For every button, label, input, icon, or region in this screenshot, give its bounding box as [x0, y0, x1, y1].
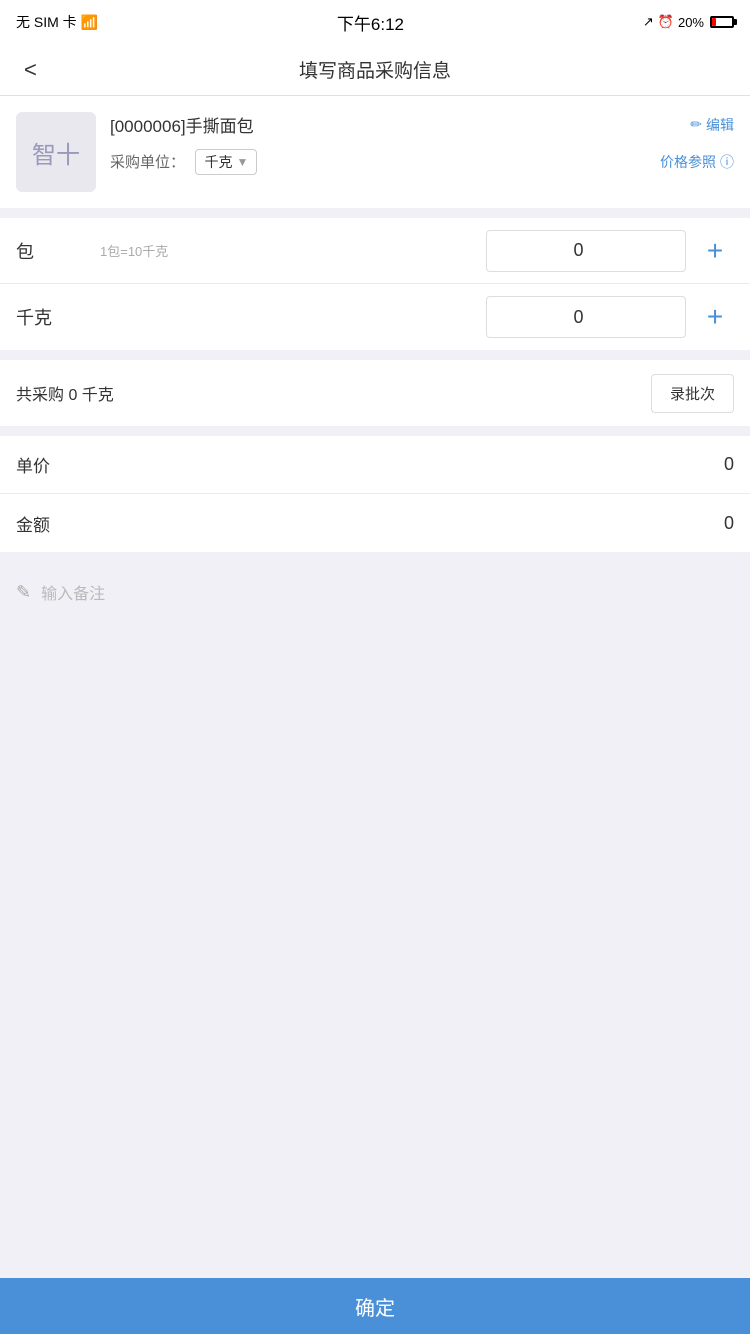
- product-info: [0000006]手撕面包 ✏ 编辑 采购单位： 千克 ▼ 价格参照 ⓘ: [110, 112, 734, 175]
- unit-price-row: 单价 0: [0, 436, 750, 494]
- edit-icon: ✏: [690, 116, 702, 133]
- back-button[interactable]: <: [16, 49, 45, 91]
- package-plus-button[interactable]: +: [696, 232, 734, 270]
- amount-row: 金额 0: [0, 494, 750, 552]
- battery-icon: [710, 16, 734, 28]
- product-name-row: [0000006]手撕面包 ✏ 编辑: [110, 112, 734, 137]
- edit-button[interactable]: ✏ 编辑: [690, 115, 734, 135]
- price-ref-label: 价格参照: [660, 152, 716, 172]
- product-title: 手撕面包: [186, 117, 254, 136]
- product-image: 智十: [16, 112, 96, 192]
- record-batch-button[interactable]: 录批次: [651, 374, 734, 413]
- empty-content-area: [0, 622, 750, 902]
- unit-value: 千克: [204, 152, 232, 172]
- unit-selector[interactable]: 千克 ▼: [195, 149, 257, 175]
- unit-label: 采购单位：: [110, 154, 185, 171]
- edit-label: 编辑: [706, 115, 734, 135]
- product-name: [0000006]手撕面包: [110, 112, 254, 137]
- package-label: 包: [16, 238, 96, 264]
- package-input[interactable]: [486, 230, 686, 272]
- unit-price-label: 单价: [16, 452, 50, 477]
- package-sublabel: 1包=10千克: [100, 241, 168, 260]
- quantity-section: 包 1包=10千克 + 千克 +: [0, 218, 750, 350]
- status-time: 下午6:12: [337, 10, 404, 35]
- kg-plus-button[interactable]: +: [696, 298, 734, 336]
- battery-fill: [712, 18, 716, 26]
- chevron-down-icon: ▼: [236, 155, 248, 169]
- help-icon: ⓘ: [720, 152, 734, 172]
- status-bar: 无 SIM 卡 📶 下午6:12 ↗ ⏰ 20%: [0, 0, 750, 44]
- note-section[interactable]: ✎ 输入备注: [0, 562, 750, 622]
- kg-row: 千克 +: [0, 284, 750, 350]
- status-right: ↗ ⏰ 20%: [643, 14, 734, 30]
- product-card: 智十 [0000006]手撕面包 ✏ 编辑 采购单位： 千克 ▼ 价格参照 ⓘ: [0, 96, 750, 208]
- confirm-button[interactable]: 确定: [0, 1278, 750, 1334]
- battery-percent: 20%: [678, 15, 704, 30]
- location-icon: ↗: [643, 14, 654, 30]
- amount-value: 0: [724, 513, 734, 534]
- product-logo: 智十: [32, 135, 80, 170]
- status-signal: 无 SIM 卡 📶: [16, 12, 98, 32]
- unit-section: 采购单位： 千克 ▼: [110, 149, 257, 175]
- amount-label: 金额: [16, 511, 50, 536]
- package-row: 包 1包=10千克 +: [0, 218, 750, 284]
- kg-input[interactable]: [486, 296, 686, 338]
- summary-text: 共采购 0 千克: [16, 381, 114, 405]
- price-reference-button[interactable]: 价格参照 ⓘ: [660, 152, 734, 172]
- summary-row: 共采购 0 千克 录批次: [0, 360, 750, 426]
- pencil-icon: ✎: [16, 582, 31, 603]
- product-code: [0000006]: [110, 117, 186, 136]
- nav-bar: < 填写商品采购信息: [0, 44, 750, 96]
- unit-price-value: 0: [724, 454, 734, 475]
- page-title: 填写商品采购信息: [299, 56, 451, 83]
- note-placeholder: 输入备注: [41, 580, 105, 604]
- product-unit-row: 采购单位： 千克 ▼ 价格参照 ⓘ: [110, 149, 734, 175]
- alarm-icon: ⏰: [658, 14, 674, 30]
- price-section: 单价 0 金额 0: [0, 436, 750, 552]
- kg-label: 千克: [16, 304, 96, 330]
